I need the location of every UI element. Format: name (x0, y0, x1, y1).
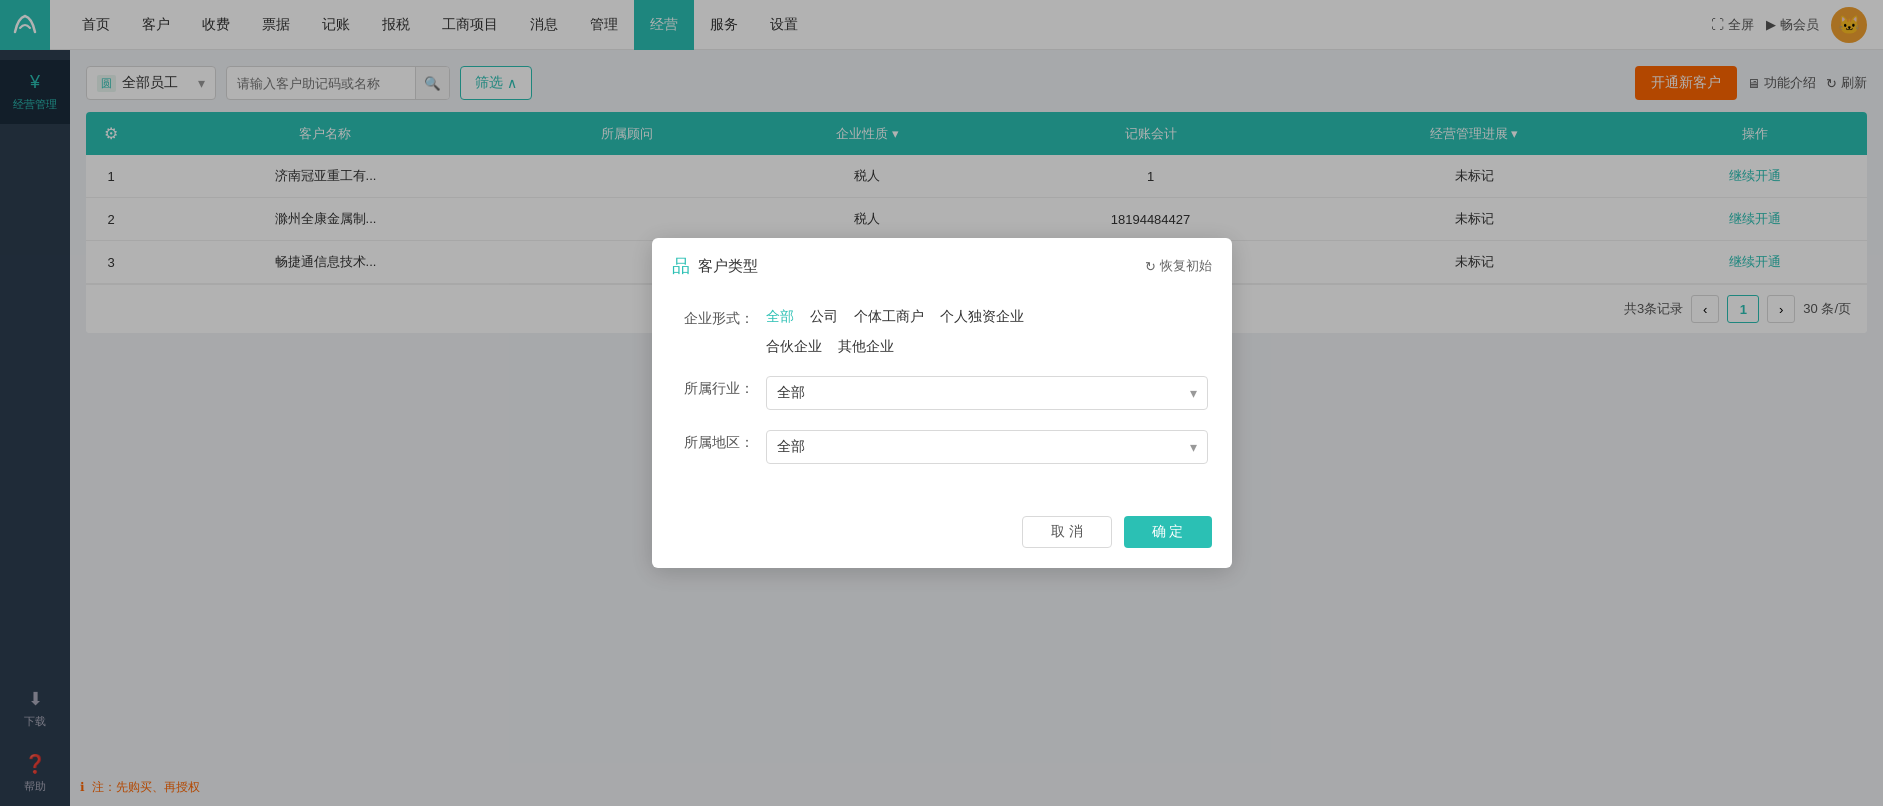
opt-all[interactable]: 全部 (766, 308, 794, 326)
reset-label: 恢复初始 (1160, 257, 1212, 275)
opt-other[interactable]: 其他企业 (838, 338, 894, 349)
dialog-reset-button[interactable]: ↻ 恢复初始 (1145, 257, 1212, 275)
filter-dialog: 品 客户类型 ↻ 恢复初始 企业形式： 全部 公司 个体工商户 个人独资企业 (652, 238, 1232, 349)
reset-icon: ↻ (1145, 259, 1156, 274)
opt-sole[interactable]: 个人独资企业 (940, 308, 1024, 326)
enterprise-label: 企业形式： (676, 306, 766, 328)
type-options-row1: 全部 公司 个体工商户 个人独资企业 (766, 306, 1208, 326)
enterprise-options: 全部 公司 个体工商户 个人独资企业 合伙企业 其他企业 (766, 306, 1208, 349)
filter-overlay[interactable]: 品 客户类型 ↻ 恢复初始 企业形式： 全部 公司 个体工商户 个人独资企业 (0, 0, 1883, 349)
opt-partnership[interactable]: 合伙企业 (766, 338, 822, 349)
dialog-title-icon: 品 (672, 254, 690, 278)
dialog-title-text: 客户类型 (698, 257, 758, 276)
dialog-body: 企业形式： 全部 公司 个体工商户 个人独资企业 合伙企业 其他企业 所属 (652, 290, 1232, 349)
opt-company[interactable]: 公司 (810, 308, 838, 326)
dialog-title: 品 客户类型 (672, 254, 758, 278)
dialog-header: 品 客户类型 ↻ 恢复初始 (652, 238, 1232, 290)
enterprise-form-row: 企业形式： 全部 公司 个体工商户 个人独资企业 合伙企业 其他企业 (676, 306, 1208, 349)
opt-individual[interactable]: 个体工商户 (854, 308, 924, 326)
type-options-row2: 合伙企业 其他企业 (766, 336, 1208, 349)
